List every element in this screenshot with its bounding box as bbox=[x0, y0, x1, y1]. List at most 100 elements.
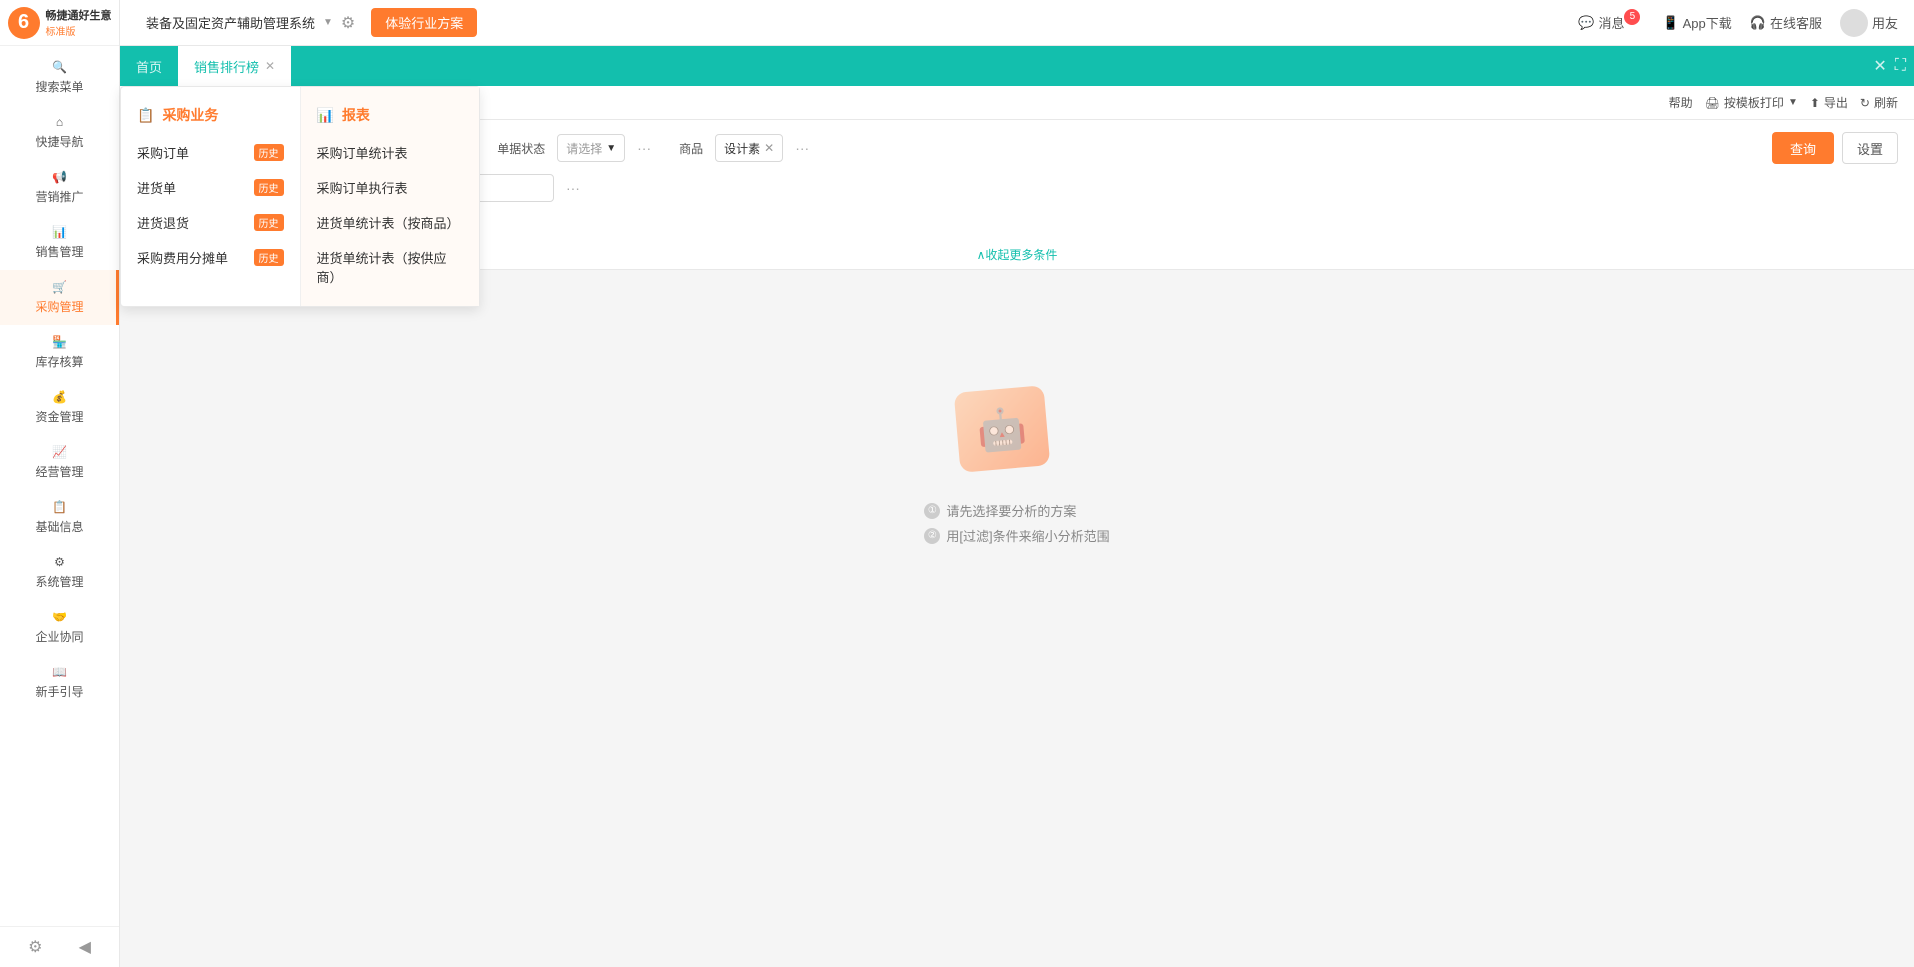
user-avatar bbox=[1840, 9, 1868, 37]
sidebar-item-system[interactable]: ⚙ 系统管理 bbox=[0, 545, 119, 600]
basic-icon: 📋 bbox=[52, 500, 67, 514]
dropdown-item-purchase-cost[interactable]: 采购费用分摊单 历史 bbox=[121, 240, 300, 275]
history-badge-2: 历史 bbox=[254, 179, 284, 196]
dropdown-item-stock-stat-supplier[interactable]: 进货单统计表（按供应商） bbox=[301, 240, 480, 294]
top-right: 💬 消息 5 📱 App下载 🎧 在线客服 用友 bbox=[1578, 9, 1898, 37]
sidebar-item-inventory[interactable]: 🏪 库存核算 bbox=[0, 325, 119, 380]
sidebar-item-marketing[interactable]: 📢 营销推广 bbox=[0, 160, 119, 215]
goods-dots[interactable]: ··· bbox=[795, 140, 809, 156]
empty-tip-1: 请先选择要分析的方案 bbox=[946, 501, 1076, 520]
sidebar-item-guide[interactable]: 📖 新手引导 bbox=[0, 655, 119, 710]
sidebar-item-quick-nav[interactable]: ⌂ 快捷导航 bbox=[0, 105, 119, 160]
sidebar: 6 畅捷通好生意 标准版 🔍 搜索菜单 ⌂ 快捷导航 📢 营销推广 📊 销售管理… bbox=[0, 0, 120, 967]
logo-icon: 6 bbox=[8, 7, 40, 39]
tip-num-2: ② bbox=[924, 528, 940, 544]
purchase-icon: 🛒 bbox=[52, 280, 67, 294]
goods-label: 商品 bbox=[679, 140, 703, 157]
empty-icon: 🤖 bbox=[957, 389, 1077, 489]
goods-tag[interactable]: 设计素 ✕ bbox=[715, 134, 783, 162]
online-service-item[interactable]: 🎧 在线客服 bbox=[1750, 13, 1822, 32]
voucher-status-dots[interactable]: ··· bbox=[637, 140, 651, 156]
logo-text: 畅捷通好生意 标准版 bbox=[46, 7, 112, 38]
message-label: 消息 bbox=[1598, 13, 1624, 32]
empty-tips: ① 请先选择要分析的方案 ② 用[过滤]条件来缩小分析范围 bbox=[924, 501, 1109, 551]
voucher-status-selector[interactable]: 请选择 ▼ bbox=[557, 134, 625, 162]
dropdown-item-purchase-order-exec[interactable]: 采购订单执行表 bbox=[301, 170, 480, 205]
sidebar-menu: 🔍 搜索菜单 ⌂ 快捷导航 📢 营销推广 📊 销售管理 🛒 采购管理 🏪 库存核… bbox=[0, 46, 119, 926]
sidebar-item-sales[interactable]: 📊 销售管理 bbox=[0, 215, 119, 270]
app-download-item[interactable]: 📱 App下载 bbox=[1662, 13, 1731, 32]
tab-sales-rank[interactable]: 销售排行榜 ✕ bbox=[178, 46, 291, 86]
voucher-status-dropdown: ▼ bbox=[606, 143, 616, 154]
sidebar-logo: 6 畅捷通好生意 标准版 bbox=[0, 0, 119, 46]
system-icon: ⚙ bbox=[54, 555, 65, 569]
gear-settings-icon[interactable]: ⚙ bbox=[341, 13, 355, 33]
tab-bar: 首页 销售排行榜 ✕ ✕ ⛶ bbox=[120, 46, 1914, 86]
report-header-icon: 📊 bbox=[317, 107, 334, 124]
dropdown-col-report: 📊 报表 采购订单统计表 采购订单执行表 进货单统计表（按商品） 进货单统计表（… bbox=[300, 87, 480, 306]
query-btn[interactable]: 查询 bbox=[1772, 132, 1834, 164]
sidebar-item-basic[interactable]: 📋 基础信息 bbox=[0, 490, 119, 545]
user-item[interactable]: 用友 bbox=[1840, 9, 1898, 37]
dropdown-header-report: 📊 报表 bbox=[301, 99, 480, 135]
help-btn[interactable]: 帮助 bbox=[1669, 94, 1693, 111]
operation-icon: 📈 bbox=[52, 445, 67, 459]
template-print-btn[interactable]: 🖨 按模板打印 ▼ bbox=[1705, 94, 1798, 111]
settings-btn[interactable]: 设置 bbox=[1842, 132, 1898, 164]
goods-tag-close[interactable]: ✕ bbox=[764, 141, 774, 155]
online-service-label: 在线客服 bbox=[1770, 13, 1822, 32]
dropdown-item-stock-return[interactable]: 进货退货 历史 bbox=[121, 205, 300, 240]
tab-bar-right: ✕ ⛶ bbox=[1873, 56, 1914, 76]
purchase-header-icon: 📋 bbox=[137, 107, 154, 124]
sidebar-item-operation[interactable]: 📈 经营管理 bbox=[0, 435, 119, 490]
dropdown-col-purchase: 📋 采购业务 采购订单 历史 进货单 历史 进货退货 历史 采购费用分摊单 历史 bbox=[121, 87, 300, 306]
empty-state: 🤖 ① 请先选择要分析的方案 ② 用[过滤]条件来缩小分析范围 bbox=[120, 270, 1914, 670]
sidebar-settings-icon[interactable]: ⚙ bbox=[28, 937, 42, 957]
collapse-icon: ∧ bbox=[977, 248, 986, 262]
print-icon: 🖨 bbox=[1705, 96, 1720, 110]
finance-icon: 💰 bbox=[52, 390, 67, 404]
app-download-label: App下载 bbox=[1683, 13, 1732, 32]
tab-close-all-icon[interactable]: ✕ bbox=[1873, 56, 1886, 76]
tab-home[interactable]: 首页 bbox=[120, 46, 178, 86]
dropdown-item-purchase-order-stat[interactable]: 采购订单统计表 bbox=[301, 135, 480, 170]
dropdown-item-stock-stat-goods[interactable]: 进货单统计表（按商品） bbox=[301, 205, 480, 240]
message-badge: 5 bbox=[1624, 9, 1640, 25]
salesperson-dots[interactable]: ··· bbox=[566, 180, 580, 196]
sidebar-item-search[interactable]: 🔍 搜索菜单 bbox=[0, 50, 119, 105]
history-badge-1: 历史 bbox=[254, 144, 284, 161]
export-btn[interactable]: ⬆ 导出 bbox=[1810, 94, 1848, 111]
guide-icon: 📖 bbox=[52, 665, 67, 679]
phone-icon: 📱 bbox=[1662, 15, 1678, 31]
tab-close-icon[interactable]: ✕ bbox=[265, 59, 275, 73]
sales-icon: 📊 bbox=[52, 225, 67, 239]
message-icon: 💬 bbox=[1578, 15, 1594, 31]
empty-tip-2: 用[过滤]条件来缩小分析范围 bbox=[946, 526, 1109, 545]
cooperation-icon: 🤝 bbox=[52, 610, 67, 624]
dropdown-item-stock-in[interactable]: 进货单 历史 bbox=[121, 170, 300, 205]
system-title-text: 装备及固定资产辅助管理系统 bbox=[146, 13, 315, 32]
tab-expand-icon[interactable]: ⛶ bbox=[1895, 57, 1906, 75]
refresh-btn[interactable]: ↻ 刷新 bbox=[1860, 94, 1898, 111]
top-bar: 装备及固定资产辅助管理系统 ▼ ⚙ 体验行业方案 💬 消息 5 📱 App下载 … bbox=[120, 0, 1914, 46]
user-label: 用友 bbox=[1872, 13, 1898, 32]
search-icon: 🔍 bbox=[52, 60, 67, 74]
export-icon: ⬆ bbox=[1810, 96, 1820, 110]
history-badge-4: 历史 bbox=[254, 249, 284, 266]
industry-btn[interactable]: 体验行业方案 bbox=[371, 8, 477, 37]
sidebar-item-purchase[interactable]: 🛒 采购管理 bbox=[0, 270, 119, 325]
dropdown-header-purchase: 📋 采购业务 bbox=[121, 99, 300, 135]
dropdown-menu: 📋 采购业务 采购订单 历史 进货单 历史 进货退货 历史 采购费用分摊单 历史… bbox=[120, 86, 480, 307]
history-badge-3: 历史 bbox=[254, 214, 284, 231]
system-title-area: 装备及固定资产辅助管理系统 ▼ ⚙ 体验行业方案 bbox=[146, 8, 1578, 37]
system-dropdown-icon[interactable]: ▼ bbox=[323, 17, 333, 28]
dropdown-item-purchase-order[interactable]: 采购订单 历史 bbox=[121, 135, 300, 170]
marketing-icon: 📢 bbox=[52, 170, 67, 184]
sidebar-collapse-icon[interactable]: ◀ bbox=[79, 937, 91, 957]
message-item[interactable]: 💬 消息 5 bbox=[1578, 13, 1644, 32]
sidebar-item-finance[interactable]: 💰 资金管理 bbox=[0, 380, 119, 435]
sidebar-item-cooperation[interactable]: 🤝 企业协同 bbox=[0, 600, 119, 655]
refresh-icon: ↻ bbox=[1860, 96, 1870, 110]
tip-num-1: ① bbox=[924, 503, 940, 519]
inventory-icon: 🏪 bbox=[52, 335, 67, 349]
